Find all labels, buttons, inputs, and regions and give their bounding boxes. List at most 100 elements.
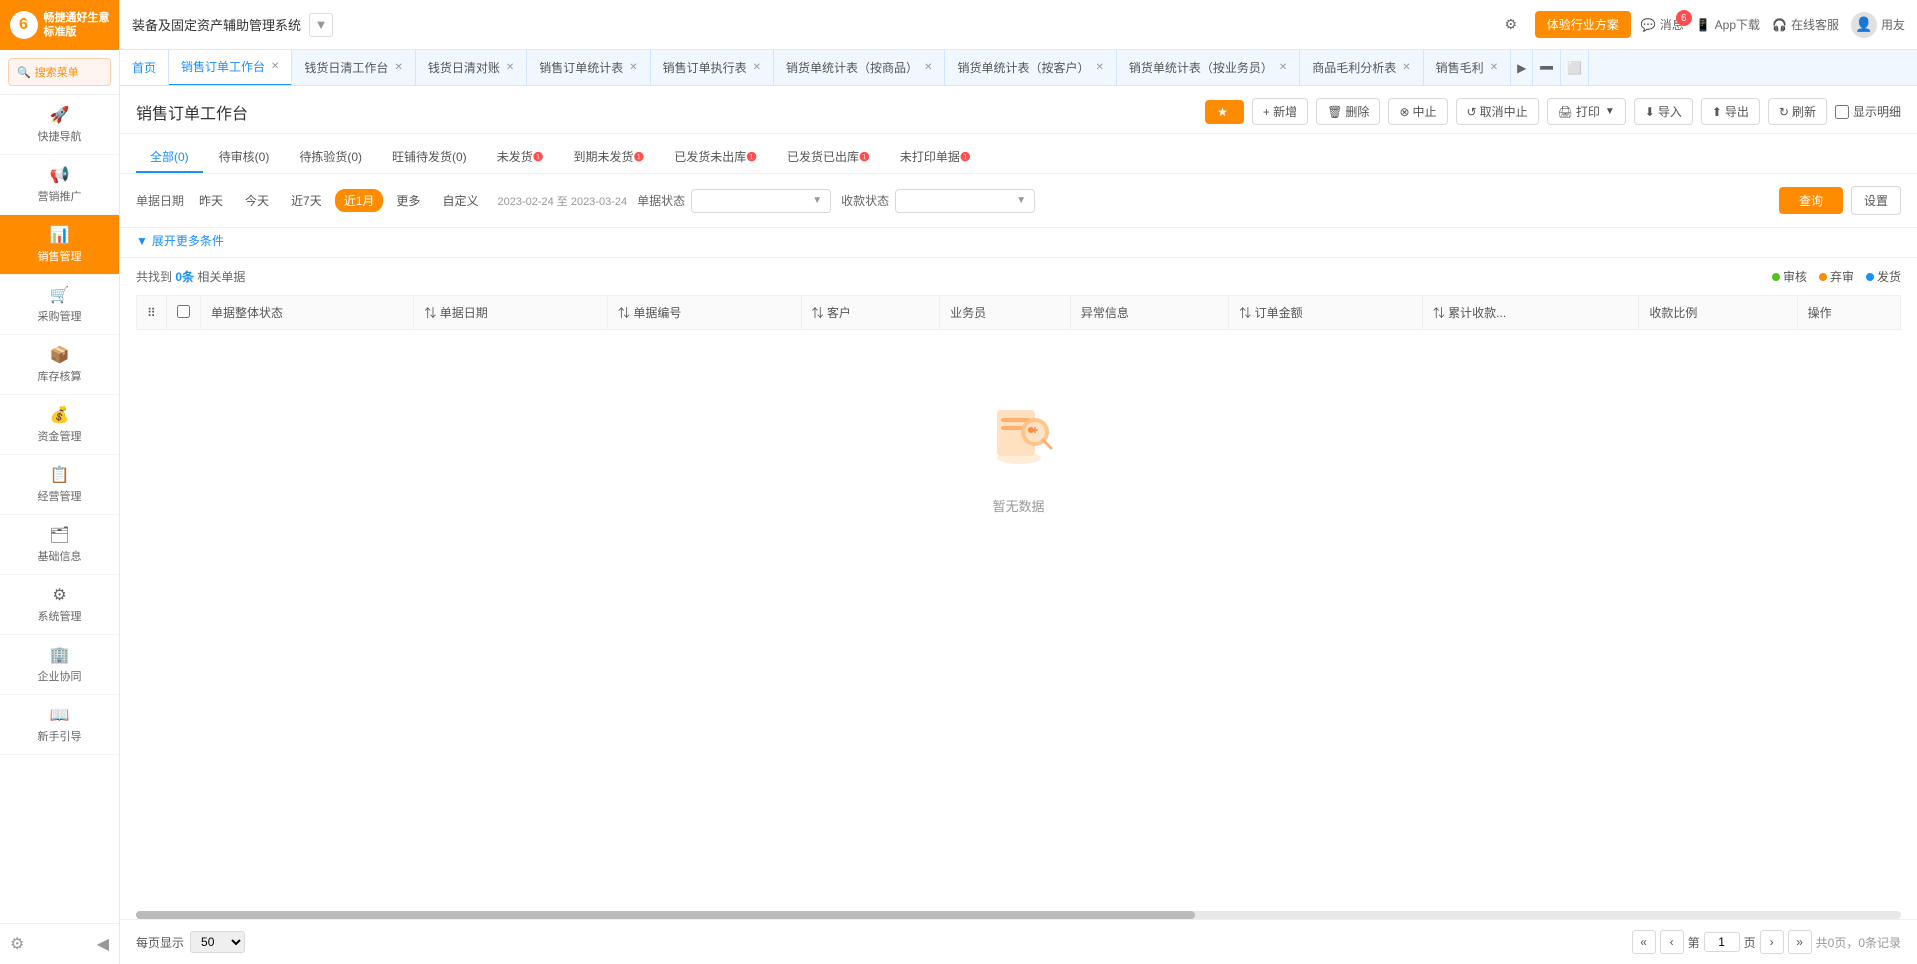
sub-tab-not-printed[interactable]: 未打印单据❶: [886, 142, 985, 173]
filter-status-select[interactable]: ▼: [691, 189, 831, 213]
delete-button[interactable]: 🗑 删除: [1316, 98, 1380, 125]
date-btn-today[interactable]: 今天: [236, 189, 278, 212]
tab-close-cash-reconcile[interactable]: ✕: [506, 62, 514, 73]
tab-close-margin-analysis[interactable]: ✕: [1402, 62, 1410, 73]
sidebar-item-quick-nav[interactable]: 🚀 快捷导航: [0, 95, 119, 155]
topbar-settings-button[interactable]: ⚙: [1497, 11, 1525, 39]
sidebar-search[interactable]: 🔍 搜索菜单: [0, 50, 119, 95]
expand-more-conditions[interactable]: ▼ 展开更多条件: [136, 232, 1901, 249]
sub-tab-shipped-out[interactable]: 已发货已出库❶: [773, 142, 884, 173]
ship-dot-icon: [1866, 273, 1874, 281]
sidebar-item-guide[interactable]: 📖 新手引导: [0, 695, 119, 755]
tab-sales-workbench[interactable]: 销售订单工作台 ✕: [169, 50, 292, 86]
query-button[interactable]: 查询: [1779, 187, 1843, 214]
tab-close-sales-workbench[interactable]: ✕: [271, 61, 279, 72]
system-dropdown-button[interactable]: ▼: [309, 13, 333, 37]
sidebar-item-operation[interactable]: 📋 经营管理: [0, 455, 119, 515]
tab-sales-unified-customer[interactable]: 销货单统计表（按客户） ✕: [945, 50, 1116, 86]
tab-close-unified-product[interactable]: ✕: [924, 62, 932, 73]
page-size-dropdown[interactable]: 10 20 50 100: [190, 931, 245, 953]
tab-close-sales-exec[interactable]: ✕: [753, 62, 761, 73]
table-col-checkbox[interactable]: [167, 296, 201, 330]
page-number-input[interactable]: [1704, 932, 1740, 952]
tab-sales-unified-product[interactable]: 销货单统计表（按商品） ✕: [774, 50, 945, 86]
sub-tab-expired-not-shipped[interactable]: 到期未发货❶: [559, 142, 658, 173]
sub-tab-wangpu-pending[interactable]: 旺铺待发货(0): [378, 142, 481, 173]
sidebar-item-finance[interactable]: 💰 资金管理: [0, 395, 119, 455]
topbar-app-download[interactable]: 📱 App下载: [1696, 16, 1760, 33]
show-detail-checkbox[interactable]: [1835, 105, 1849, 119]
sidebar-item-inventory[interactable]: 📦 库存核算: [0, 335, 119, 395]
smart-create-button[interactable]: ★: [1205, 100, 1244, 124]
tab-close-sales-stat[interactable]: ✕: [629, 62, 637, 73]
table-col-customer[interactable]: ⇅ 客户: [801, 296, 940, 330]
tab-margin-analysis[interactable]: 商品毛利分析表 ✕: [1300, 50, 1423, 86]
industry-solution-button[interactable]: 体验行业方案: [1535, 11, 1631, 38]
select-all-checkbox[interactable]: [177, 305, 190, 318]
date-btn-custom[interactable]: 自定义: [433, 189, 487, 212]
table-col-status[interactable]: 单据整体状态: [201, 296, 414, 330]
show-detail-toggle[interactable]: 显示明细: [1835, 103, 1901, 120]
next-page-button[interactable]: ›: [1760, 930, 1784, 954]
table-col-number[interactable]: ⇅ 单据编号: [607, 296, 801, 330]
sub-tab-pending-inspect[interactable]: 待拣验货(0): [285, 142, 376, 173]
tab-cash-reconcile[interactable]: 钱货日清对账 ✕: [416, 50, 527, 86]
tab-sales-exec[interactable]: 销售订单执行表 ✕: [651, 50, 774, 86]
table-col-date[interactable]: ⇅ 单据日期: [414, 296, 608, 330]
table-cancel-review-button[interactable]: 弃审: [1819, 268, 1854, 285]
add-button[interactable]: + 新增: [1252, 98, 1308, 125]
stop-button[interactable]: ⊗ 中止: [1388, 98, 1447, 125]
tabs-maximize-button[interactable]: ⬜: [1561, 50, 1589, 86]
tab-sales-stat[interactable]: 销售订单统计表 ✕: [527, 50, 650, 86]
table-col-staff[interactable]: 业务员: [940, 296, 1071, 330]
tab-close-unified-customer[interactable]: ✕: [1095, 62, 1103, 73]
search-menu-button[interactable]: 🔍 搜索菜单: [8, 58, 111, 86]
sub-tab-all[interactable]: 全部(0): [136, 142, 203, 173]
sidebar-collapse-button[interactable]: ◀: [97, 934, 109, 954]
tabs-minimize-button[interactable]: ➖: [1533, 50, 1561, 86]
table-review-button[interactable]: 审核: [1772, 268, 1807, 285]
date-btn-7days[interactable]: 近7天: [282, 189, 331, 212]
first-page-button[interactable]: «: [1632, 930, 1656, 954]
tab-sales-profit[interactable]: 销售毛利 ✕: [1424, 50, 1511, 86]
tab-sales-unified-staff[interactable]: 销货单统计表（按业务员） ✕: [1117, 50, 1300, 86]
setting-button[interactable]: 设置: [1851, 186, 1901, 215]
table-col-amount[interactable]: ⇅ 订单金额: [1229, 296, 1423, 330]
tab-cash-daily[interactable]: 钱货日清工作台 ✕: [292, 50, 415, 86]
topbar-user[interactable]: 👤 用友: [1851, 12, 1905, 38]
sub-tab-not-shipped[interactable]: 未发货❶: [483, 142, 558, 173]
tab-home[interactable]: 首页: [120, 50, 169, 86]
sidebar-item-sales[interactable]: 📊 销售管理: [0, 215, 119, 275]
sidebar-settings-button[interactable]: ⚙: [10, 934, 24, 954]
sidebar-item-purchase[interactable]: 🛒 采购管理: [0, 275, 119, 335]
last-page-button[interactable]: »: [1788, 930, 1812, 954]
table-col-collected[interactable]: ⇅ 累计收款...: [1422, 296, 1639, 330]
table-col-abnormal[interactable]: 异常信息: [1070, 296, 1228, 330]
date-btn-more[interactable]: 更多: [387, 189, 429, 212]
date-btn-yesterday[interactable]: 昨天: [190, 189, 232, 212]
table-scrollbar[interactable]: [136, 911, 1901, 919]
sub-tab-pending-review[interactable]: 待审核(0): [205, 142, 284, 173]
topbar-online-service[interactable]: 🎧 在线客服: [1772, 16, 1839, 33]
prev-page-button[interactable]: ‹: [1660, 930, 1684, 954]
tab-close-unified-staff[interactable]: ✕: [1279, 62, 1287, 73]
sidebar-item-marketing[interactable]: 📢 营销推广: [0, 155, 119, 215]
sub-tab-shipped-not-out[interactable]: 已发货未出库❶: [660, 142, 771, 173]
sidebar-item-enterprise[interactable]: 🏢 企业协同: [0, 635, 119, 695]
filter-payment-select[interactable]: ▼: [895, 189, 1035, 213]
tab-close-cash-daily[interactable]: ✕: [394, 62, 402, 73]
sidebar-item-base[interactable]: 🗂 基础信息: [0, 515, 119, 575]
topbar-message[interactable]: 💬 消息 6: [1641, 16, 1684, 33]
tab-close-sales-profit[interactable]: ✕: [1490, 62, 1498, 73]
print-button[interactable]: 🖨 打印 ▼: [1547, 98, 1626, 125]
export-button[interactable]: ⬆ 导出: [1701, 98, 1760, 125]
sidebar-item-system[interactable]: ⚙ 系统管理: [0, 575, 119, 635]
import-button[interactable]: ⬇ 导入: [1634, 98, 1693, 125]
refresh-button[interactable]: ↻ 刷新: [1768, 98, 1827, 125]
tabs-more-button[interactable]: ▶: [1511, 50, 1533, 86]
table-scroll[interactable]: ⠿ 单据整体状态 ⇅ 单据日期: [136, 295, 1901, 330]
cancel-stop-button[interactable]: ↺ 取消中止: [1456, 98, 1539, 125]
table-ship-button[interactable]: 发货: [1866, 268, 1901, 285]
date-btn-1month[interactable]: 近1月: [335, 189, 384, 212]
pagination: « ‹ 第 页 › » 共0页，0条记录: [1632, 930, 1901, 954]
